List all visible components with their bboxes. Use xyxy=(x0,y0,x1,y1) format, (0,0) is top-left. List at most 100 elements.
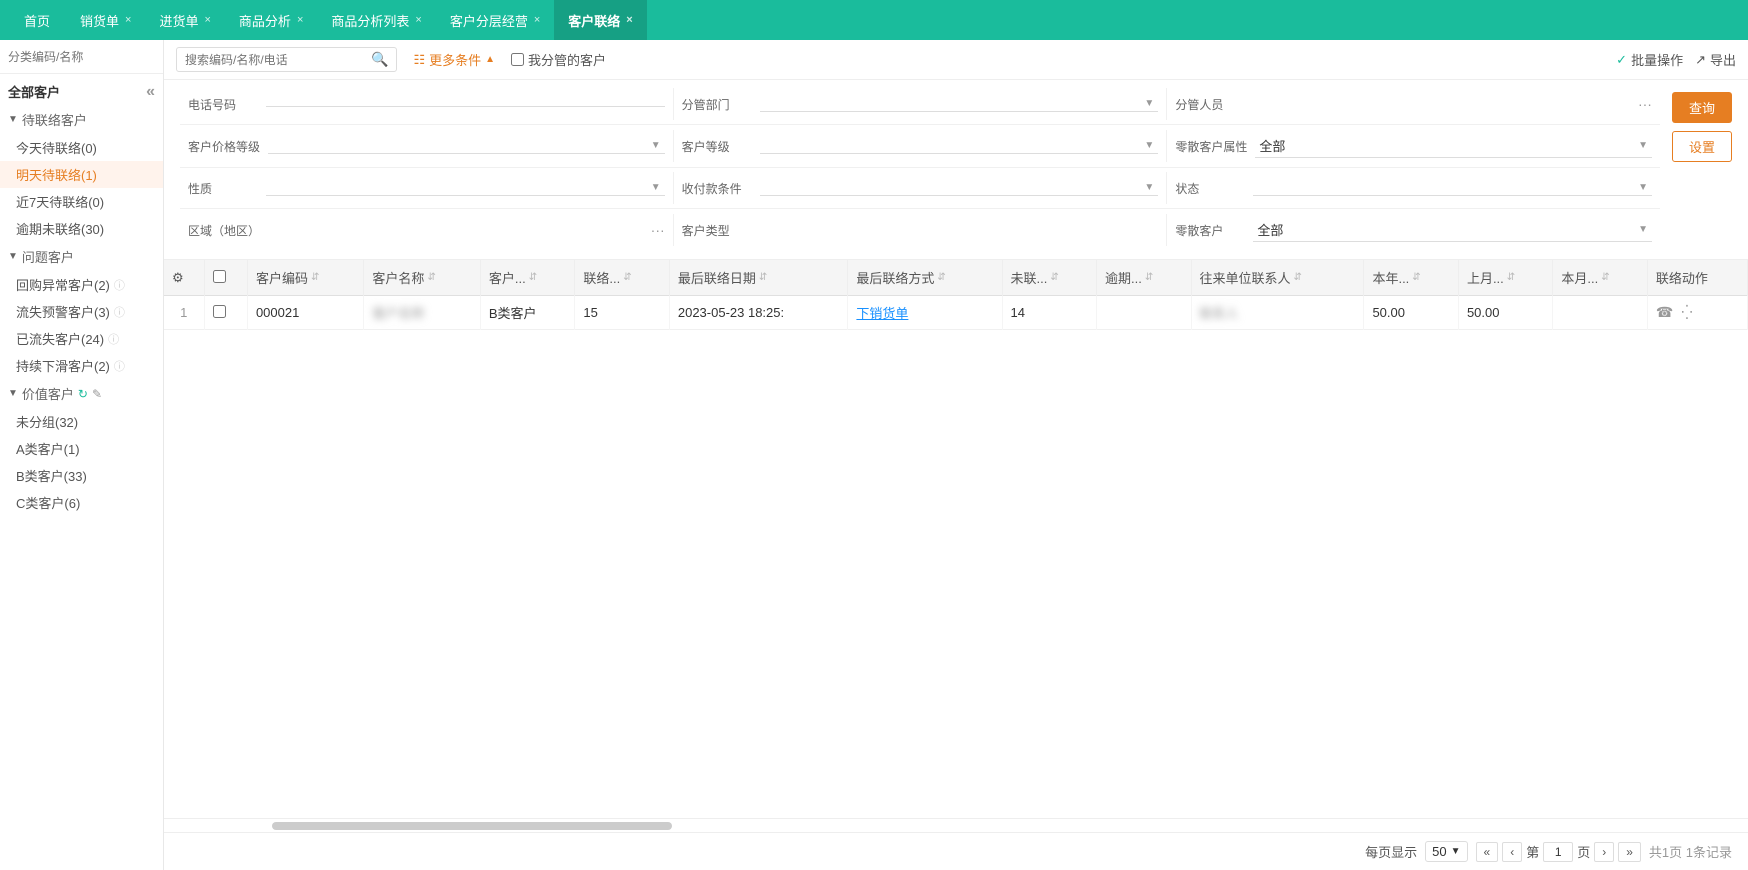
col-settings[interactable]: ⚙ xyxy=(164,260,204,296)
value-edit-icon[interactable]: ✎ xyxy=(92,387,102,401)
export-btn[interactable]: ↗ 导出 xyxy=(1695,50,1736,69)
sidebar-group-pending[interactable]: ▼ 待联络客户 xyxy=(0,105,163,134)
filter-retail-attr-select[interactable]: 全部 ▼ xyxy=(1255,134,1652,158)
filter-status-select[interactable]: ▼ xyxy=(1253,180,1652,196)
filter-btn[interactable]: ☷ 更多条件 ▲ xyxy=(405,46,503,73)
nav-customer-segment[interactable]: 客户分层经营 × xyxy=(436,0,554,40)
nav-customer-segment-close[interactable]: × xyxy=(534,14,540,26)
check-icon: ✓ xyxy=(1616,52,1627,68)
action-phone-icon[interactable]: ☎ xyxy=(1656,304,1673,321)
filter-price-level-select[interactable]: ▼ xyxy=(268,138,665,154)
customer-level-arrow: ▼ xyxy=(1144,140,1154,151)
col-last-contact-date-sort-icon[interactable]: ⇵ xyxy=(759,272,767,283)
query-btn[interactable]: 查询 xyxy=(1672,92,1732,123)
sidebar-item-churn-warning[interactable]: 流失预警客户(3) ⓘ xyxy=(0,298,163,325)
my-customers-checkbox[interactable] xyxy=(511,53,524,66)
select-all-checkbox[interactable] xyxy=(213,270,226,283)
sidebar-item-class-a[interactable]: A类客户(1) xyxy=(0,435,163,462)
sidebar-item-class-c[interactable]: C类客户(6) xyxy=(0,489,163,516)
filter-region-dots[interactable]: ··· xyxy=(651,222,665,238)
filter-payment-label: 收付款条件 xyxy=(682,180,752,197)
set-btn[interactable]: 设置 xyxy=(1672,131,1732,162)
nav-product-analysis-list[interactable]: 商品分析列表 × xyxy=(317,0,435,40)
page-next-btn[interactable]: › xyxy=(1594,842,1614,862)
scroll-thumb[interactable] xyxy=(272,822,672,830)
col-customer-name-label: 客户名称 xyxy=(372,268,424,287)
filter-customer-level-select[interactable]: ▼ xyxy=(760,138,1159,154)
col-checkbox[interactable] xyxy=(204,260,247,296)
col-overdue-sort-icon[interactable]: ⇵ xyxy=(1145,272,1153,283)
sidebar-item-today[interactable]: 今天待联络(0) xyxy=(0,134,163,161)
search-icon[interactable]: 🔍 xyxy=(371,51,388,68)
search-input[interactable] xyxy=(185,53,365,67)
sidebar-item-class-b[interactable]: B类客户(33) xyxy=(0,462,163,489)
nav-customer-contact-close[interactable]: × xyxy=(626,14,632,26)
nav-product-analysis-list-label: 商品分析列表 xyxy=(331,11,409,30)
repurchase-abnormal-label: 回购异常客户(2) xyxy=(16,275,110,294)
sidebar-item-declining[interactable]: 持续下滑客户(2) ⓘ xyxy=(0,352,163,379)
col-this-year-sort-icon[interactable]: ⇵ xyxy=(1412,272,1420,283)
sidebar-item-tomorrow[interactable]: 明天待联络(1) xyxy=(0,161,163,188)
sidebar-group-problem[interactable]: ▼ 问题客户 xyxy=(0,242,163,271)
cell-checkbox[interactable] xyxy=(204,296,247,330)
page-prev-btn[interactable]: ‹ xyxy=(1502,842,1522,862)
per-page-arrow: ▼ xyxy=(1451,846,1461,857)
filter-nature-select[interactable]: ▼ xyxy=(266,180,665,196)
nav-sales-close[interactable]: × xyxy=(125,14,131,26)
cell-last-month: 50.00 xyxy=(1458,296,1552,330)
nav-purchase[interactable]: 进货单 × xyxy=(145,0,224,40)
nav-product-analysis[interactable]: 商品分析 × xyxy=(225,0,317,40)
value-refresh-icon[interactable]: ↻ xyxy=(78,387,88,401)
cell-last-contact-method[interactable]: 下销货单 xyxy=(848,296,1002,330)
col-contact-count-sort-icon[interactable]: ⇵ xyxy=(623,272,631,283)
col-customer-name-sort-icon[interactable]: ⇵ xyxy=(427,272,435,283)
unclassified-label: 未分组(32) xyxy=(16,412,78,431)
nav-sales[interactable]: 销货单 × xyxy=(66,0,145,40)
filter-phone-input[interactable] xyxy=(266,102,665,107)
last-contact-method-link[interactable]: 下销货单 xyxy=(856,306,908,321)
page-input[interactable] xyxy=(1543,842,1573,862)
col-contact-action: 联络动作 xyxy=(1647,260,1747,296)
sidebar-item-unclassified[interactable]: 未分组(32) xyxy=(0,408,163,435)
row-checkbox[interactable] xyxy=(213,305,226,318)
col-past-unit-contact-sort-icon[interactable]: ⇵ xyxy=(1294,272,1302,283)
col-last-contact-method-sort-icon[interactable]: ⇵ xyxy=(937,272,945,283)
sidebar-item-churned[interactable]: 已流失客户(24) ⓘ xyxy=(0,325,163,352)
sidebar-group-value[interactable]: ▼ 价值客户 ↻ ✎ xyxy=(0,379,163,408)
filter-manager-dots[interactable]: ··· xyxy=(1638,96,1652,112)
page-size-select[interactable]: 50 ▼ xyxy=(1425,841,1467,862)
filter-retail-customer-select[interactable]: 全部 ▼ xyxy=(1253,218,1652,242)
repurchase-abnormal-help-icon[interactable]: ⓘ xyxy=(114,277,125,293)
sidebar-item-week[interactable]: 近7天待联络(0) xyxy=(0,188,163,215)
page-first-btn[interactable]: « xyxy=(1476,842,1499,862)
col-this-month-sort-icon[interactable]: ⇵ xyxy=(1601,272,1609,283)
churned-help-icon[interactable]: ⓘ xyxy=(108,331,119,347)
filter-payment-select[interactable]: ▼ xyxy=(760,180,1159,196)
nav-product-analysis-list-close[interactable]: × xyxy=(415,14,421,26)
sidebar-item-repurchase-abnormal[interactable]: 回购异常客户(2) ⓘ xyxy=(0,271,163,298)
action-grid-icon[interactable]: ⁛ xyxy=(1681,304,1692,321)
cell-contact-count: 15 xyxy=(575,296,669,330)
col-customer-code-sort-icon[interactable]: ⇵ xyxy=(311,272,319,283)
collapse-icon[interactable]: « xyxy=(146,83,155,101)
filter-dept-select[interactable]: ▼ xyxy=(760,96,1159,112)
filter-cell-retail-attr: 零散客户属性 全部 ▼ xyxy=(1167,129,1660,163)
status-arrow: ▼ xyxy=(1638,182,1648,193)
page-last-btn[interactable]: » xyxy=(1618,842,1641,862)
col-customer-type-sort-icon[interactable]: ⇵ xyxy=(529,272,537,283)
nav-customer-contact[interactable]: 客户联络 × xyxy=(554,0,646,40)
col-past-unit-contact-label: 往来单位联系人 xyxy=(1200,268,1291,287)
col-not-contacted-sort-icon[interactable]: ⇵ xyxy=(1050,272,1058,283)
col-last-month-sort-icon[interactable]: ⇵ xyxy=(1507,272,1515,283)
nav-home[interactable]: 首页 xyxy=(8,0,66,40)
batch-op-btn[interactable]: ✓ 批量操作 xyxy=(1616,50,1683,69)
sidebar-search-input[interactable] xyxy=(8,50,163,64)
sidebar-item-overdue[interactable]: 逾期未联络(30) xyxy=(0,215,163,242)
my-customers-checkbox-area[interactable]: 我分管的客户 xyxy=(511,50,606,69)
churn-warning-help-icon[interactable]: ⓘ xyxy=(114,304,125,320)
cell-customer-code: 000021 xyxy=(247,296,363,330)
declining-help-icon[interactable]: ⓘ xyxy=(114,358,125,374)
nav-product-analysis-close[interactable]: × xyxy=(297,14,303,26)
nav-purchase-close[interactable]: × xyxy=(204,14,210,26)
settings-icon[interactable]: ⚙ xyxy=(172,270,184,285)
